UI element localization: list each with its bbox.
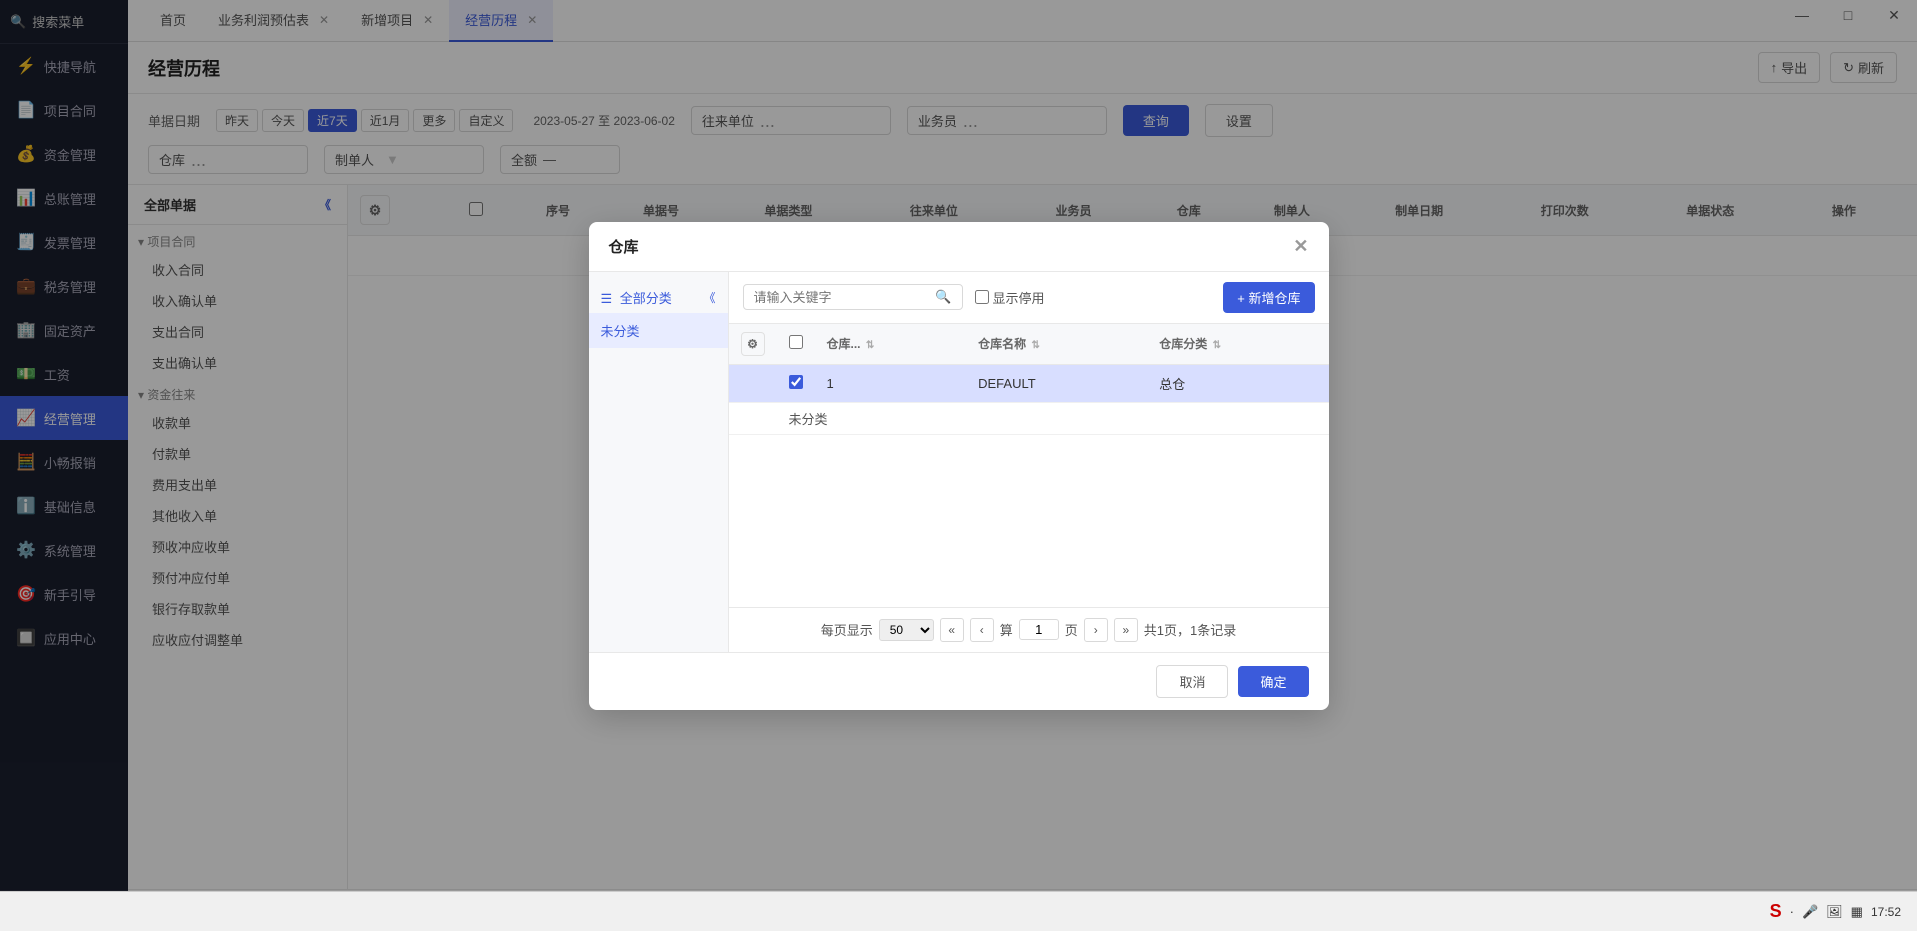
show-disabled-checkbox[interactable] [975,290,989,304]
sort-category-icon: ⇅ [1213,340,1221,351]
pagination-page-unit: 页 [1065,620,1078,639]
taskbar-icon-filter: ▦ [1851,904,1863,920]
add-warehouse-button[interactable]: + 新增仓库 [1223,282,1314,313]
table-row[interactable]: 1 DEFAULT 总仓 [729,364,1329,402]
row-checkbox-cell [777,364,815,402]
modal-header: 仓库 ✕ [589,222,1329,272]
row-code-cell: DEFAULT [966,364,1147,402]
modal-col-settings: ⚙ [729,324,777,365]
sort-name-icon: ⇅ [1031,340,1039,351]
row-settings-cell [729,364,777,402]
modal-table: ⚙ 仓库... ⇅ 仓库名称 [729,324,1329,607]
modal-body: ☰ 全部分类 《 未分类 🔍 [589,272,1329,652]
modal-category-panel: ☰ 全部分类 《 未分类 [589,272,729,652]
modal-col-name: 仓库名称 ⇅ [966,324,1147,365]
modal-table-settings-icon[interactable]: ⚙ [741,332,765,356]
category-collapse-icon[interactable]: 《 [703,289,715,306]
row-checkbox[interactable] [789,375,803,389]
taskbar-time: 17:52 [1871,905,1901,919]
taskbar-icons: S · 🎤 🖼 ▦ [1770,901,1863,922]
row-id-cell: 1 [815,364,967,402]
pagination-page-label: 算 [1000,620,1013,639]
row-category-cell: 未分类 [729,402,1329,434]
taskbar-icon-img: 🖼 [1826,904,1843,920]
table-row-category: 未分类 [729,402,1329,434]
search-icon: 🔍 [935,289,951,305]
pagination-prev-button[interactable]: ‹ [970,618,994,642]
show-disabled-label: 显示停用 [975,288,1045,307]
all-categories-label: ☰ 全部分类 [601,288,672,307]
modal-title: 仓库 [609,236,639,257]
sort-code-icon: ⇅ [866,340,874,351]
modal-footer: 取消 确定 [589,652,1329,710]
modal-overlay[interactable]: 仓库 ✕ ☰ 全部分类 《 未分类 [0,0,1917,931]
uncategorized-item[interactable]: 未分类 [589,313,728,348]
taskbar-icon-mic: 🎤 [1802,904,1818,920]
modal-toolbar: 🔍 显示停用 + 新增仓库 [729,272,1329,324]
minimize-button[interactable]: — [1779,0,1825,30]
taskbar-icon-dot: · [1790,904,1794,919]
modal-page-size-label: 每页显示 [821,620,873,639]
modal-search-box: 🔍 [743,284,963,310]
pagination-page-input[interactable] [1019,619,1059,640]
modal-col-code: 仓库... ⇅ [815,324,967,365]
close-button[interactable]: ✕ [1871,0,1917,30]
warehouse-table: ⚙ 仓库... ⇅ 仓库名称 [729,324,1329,435]
modal-page-size-select[interactable]: 50 20 100 [879,619,934,641]
modal-close-button[interactable]: ✕ [1293,237,1308,255]
modal-right: 🔍 显示停用 + 新增仓库 [729,272,1329,652]
pagination-next-button[interactable]: › [1084,618,1108,642]
window-controls: — □ ✕ [1779,0,1917,30]
pagination-last-button[interactable]: » [1114,618,1138,642]
modal-table-header: ⚙ 仓库... ⇅ 仓库名称 [729,324,1329,365]
warehouse-modal: 仓库 ✕ ☰ 全部分类 《 未分类 [589,222,1329,710]
pagination-total: 共1页，1条记录 [1144,620,1236,639]
modal-col-category: 仓库分类 ⇅ [1147,324,1328,365]
confirm-button[interactable]: 确定 [1238,666,1308,697]
cancel-button[interactable]: 取消 [1156,665,1228,698]
modal-left-header: ☰ 全部分类 《 [589,282,728,313]
taskbar: S · 🎤 🖼 ▦ 17:52 [0,891,1917,931]
modal-select-all[interactable] [789,335,803,349]
modal-col-checkbox [777,324,815,365]
modal-search-input[interactable] [754,290,930,305]
pagination-first-button[interactable]: « [940,618,964,642]
row-name-cell: 总仓 [1147,364,1328,402]
taskbar-icon-s: S [1770,901,1782,922]
modal-pagination: 每页显示 50 20 100 « ‹ 算 页 › » 共1页，1条记录 [729,607,1329,652]
maximize-button[interactable]: □ [1825,0,1871,30]
